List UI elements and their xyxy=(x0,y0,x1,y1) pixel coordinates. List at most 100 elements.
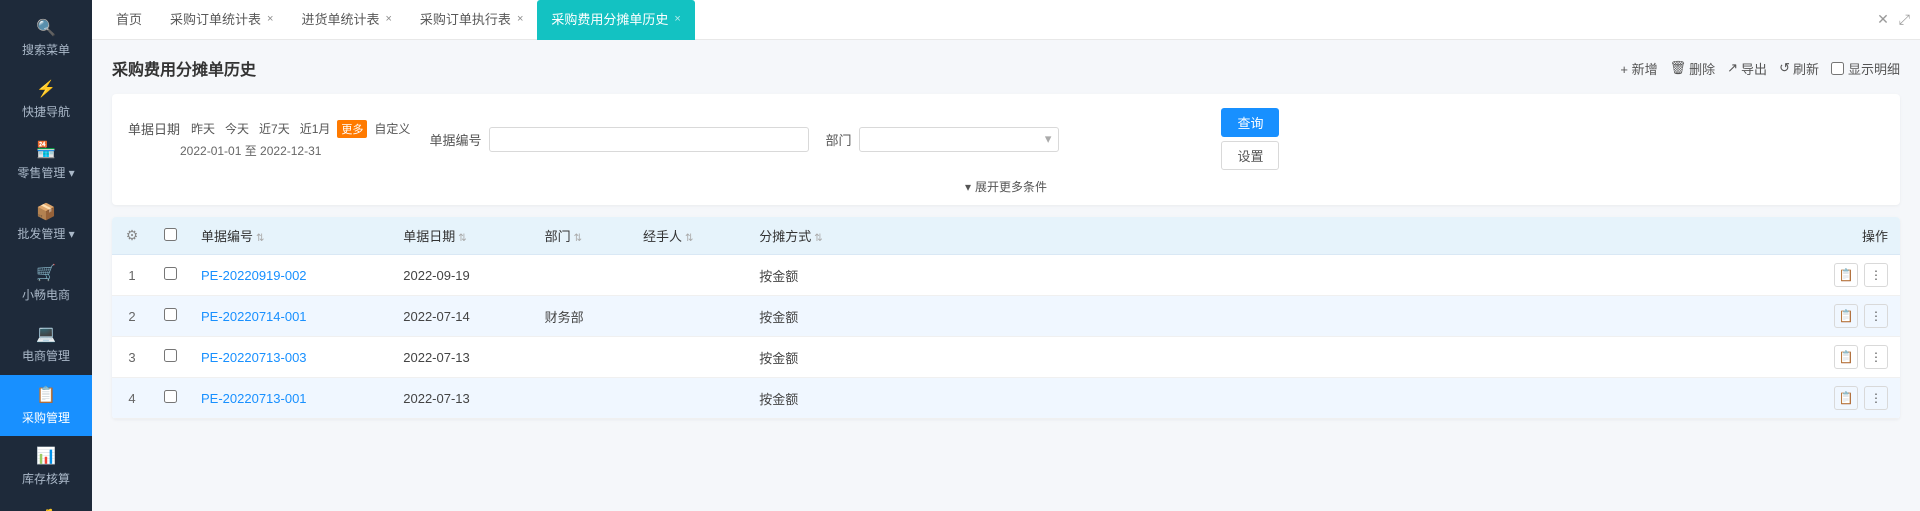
more-icon[interactable]: ⋮ xyxy=(1864,386,1888,410)
dept-input[interactable] xyxy=(859,127,1059,152)
sidebar-icon: 💻 xyxy=(4,324,88,346)
edit-icon[interactable]: 📋 xyxy=(1834,304,1858,328)
table-row: 4 PE-20220713-001 2022-07-13 按金额 📋 ⋮ xyxy=(112,378,1900,419)
close-icon[interactable]: ✕ xyxy=(1877,11,1889,28)
doc-no-link[interactable]: PE-20220714-001 xyxy=(201,309,307,324)
page-header: 采购费用分摊单历史 + 新增 🗑 删除 ↗ 导出 ↺ 刷新 显示明细 xyxy=(112,56,1900,80)
tab-close-icon[interactable]: × xyxy=(674,13,680,25)
date-shortcuts: 昨天 今天 近7天 近1月 更多 自定义 xyxy=(188,119,413,138)
row-handler xyxy=(631,378,747,419)
week-btn[interactable]: 近7天 xyxy=(256,119,293,138)
row-dept xyxy=(533,255,631,296)
more-icon[interactable]: ⋮ xyxy=(1864,345,1888,369)
dept-label: 部门 xyxy=(825,130,851,149)
doc-no-link[interactable]: PE-20220713-001 xyxy=(201,391,307,406)
row-date: 2022-07-13 xyxy=(391,337,532,378)
col-handler: 经手人⇅ xyxy=(631,217,747,255)
gear-icon[interactable]: ⚙ xyxy=(126,227,139,243)
sidebar-item-资金管理[interactable]: 💰资金管理 xyxy=(0,498,92,511)
sidebar-item-采购管理[interactable]: 📋采购管理 xyxy=(0,375,92,436)
row-checkbox-cell xyxy=(152,296,189,337)
settings-button[interactable]: 设置 xyxy=(1221,141,1279,170)
sidebar-icon: 📦 xyxy=(4,202,88,224)
yesterday-btn[interactable]: 昨天 xyxy=(188,119,218,138)
dept-field: 部门 xyxy=(825,127,1205,152)
doc-no-link[interactable]: PE-20220919-002 xyxy=(201,268,307,283)
row-method: 按金额 xyxy=(747,296,1820,337)
col-dept: 部门⇅ xyxy=(533,217,631,255)
sidebar-item-小畅电商[interactable]: 🛒小畅电商 xyxy=(0,253,92,314)
doc-no-link[interactable]: PE-20220713-003 xyxy=(201,350,307,365)
row-actions: 📋 ⋮ xyxy=(1820,255,1900,296)
tab-采购订单统计表[interactable]: 采购订单统计表× xyxy=(156,0,287,40)
page-content: 采购费用分摊单历史 + 新增 🗑 删除 ↗ 导出 ↺ 刷新 显示明细 xyxy=(92,40,1920,511)
expand-icon[interactable]: ⤢ xyxy=(1899,11,1910,28)
table-body: 1 PE-20220919-002 2022-09-19 按金额 📋 ⋮ 2 P… xyxy=(112,255,1900,419)
row-num: 2 xyxy=(112,296,152,337)
row-checkbox[interactable] xyxy=(164,349,177,362)
tab-首页[interactable]: 首页 xyxy=(102,0,156,40)
sidebar-item-搜索菜单[interactable]: 🔍搜索菜单 xyxy=(0,8,92,69)
date-range-text: 2022-01-01 至 2022-12-31 xyxy=(180,142,413,159)
date-field: 单据日期 昨天 今天 近7天 近1月 更多 自定义 2022-01-01 至 2… xyxy=(128,119,413,159)
table-row: 3 PE-20220713-003 2022-07-13 按金额 📋 ⋮ xyxy=(112,337,1900,378)
sidebar-item-快捷导航[interactable]: ⚡快捷导航 xyxy=(0,69,92,130)
row-doc-no: PE-20220713-003 xyxy=(189,337,391,378)
more-badge[interactable]: 更多 xyxy=(337,120,367,138)
table-header: ⚙ 单据编号⇅ 单据日期⇅ 部门⇅ xyxy=(112,217,1900,255)
doc-no-input[interactable] xyxy=(489,127,809,152)
row-date: 2022-09-19 xyxy=(391,255,532,296)
row-checkbox[interactable] xyxy=(164,308,177,321)
show-cols-checkbox[interactable]: 显示明细 xyxy=(1831,59,1900,78)
export-button[interactable]: ↗ 导出 xyxy=(1727,59,1767,78)
doc-no-field: 单据编号 xyxy=(429,127,809,152)
sidebar-icon: 📊 xyxy=(4,446,88,468)
row-dept xyxy=(533,378,631,419)
sidebar-item-库存核算[interactable]: 📊库存核算 xyxy=(0,436,92,497)
more-icon[interactable]: ⋮ xyxy=(1864,304,1888,328)
row-doc-no: PE-20220714-001 xyxy=(189,296,391,337)
edit-icon[interactable]: 📋 xyxy=(1834,263,1858,287)
delete-icon: 🗑 xyxy=(1670,60,1687,76)
custom-btn[interactable]: 自定义 xyxy=(371,119,413,138)
today-btn[interactable]: 今天 xyxy=(222,119,252,138)
col-date: 单据日期⇅ xyxy=(391,217,532,255)
sort-icon-date: ⇅ xyxy=(458,233,466,244)
row-method: 按金额 xyxy=(747,378,1820,419)
search-btn-group: 查询 设置 xyxy=(1221,108,1279,170)
tab-采购费用分摊单历史[interactable]: 采购费用分摊单历史× xyxy=(537,0,694,40)
edit-icon[interactable]: 📋 xyxy=(1834,386,1858,410)
delete-button[interactable]: 🗑 删除 xyxy=(1670,59,1716,78)
page-title: 采购费用分摊单历史 xyxy=(112,56,256,80)
sidebar-item-零售管理[interactable]: 🏪零售管理 ▾ xyxy=(0,130,92,191)
row-method: 按金额 xyxy=(747,337,1820,378)
sidebar-item-电商管理[interactable]: 💻电商管理 xyxy=(0,314,92,375)
sidebar-item-批发管理[interactable]: 📦批发管理 ▾ xyxy=(0,192,92,253)
expand-more-btn[interactable]: ▾ 展开更多条件 xyxy=(965,178,1047,195)
refresh-button[interactable]: ↺ 刷新 xyxy=(1779,59,1819,78)
tab-close-icon[interactable]: × xyxy=(517,13,523,25)
tab-采购订单执行表[interactable]: 采购订单执行表× xyxy=(406,0,537,40)
show-cols-input[interactable] xyxy=(1831,62,1844,75)
edit-icon[interactable]: 📋 xyxy=(1834,345,1858,369)
row-date: 2022-07-13 xyxy=(391,378,532,419)
sort-icon-method: ⇅ xyxy=(814,233,822,244)
select-all-checkbox[interactable] xyxy=(164,228,177,241)
table-row: 1 PE-20220919-002 2022-09-19 按金额 📋 ⋮ xyxy=(112,255,1900,296)
query-button[interactable]: 查询 xyxy=(1221,108,1279,137)
row-num: 3 xyxy=(112,337,152,378)
more-icon[interactable]: ⋮ xyxy=(1864,263,1888,287)
tab-进货单统计表[interactable]: 进货单统计表× xyxy=(287,0,405,40)
row-checkbox[interactable] xyxy=(164,390,177,403)
month-btn[interactable]: 近1月 xyxy=(297,119,334,138)
row-date: 2022-07-14 xyxy=(391,296,532,337)
settings-col-header: ⚙ xyxy=(112,217,152,255)
doc-no-label: 单据编号 xyxy=(429,130,481,149)
tab-close-icon[interactable]: × xyxy=(385,13,391,25)
row-handler xyxy=(631,296,747,337)
table-row: 2 PE-20220714-001 2022-07-14 财务部 按金额 📋 ⋮ xyxy=(112,296,1900,337)
row-checkbox[interactable] xyxy=(164,267,177,280)
dept-wrapper xyxy=(859,127,1059,152)
tab-close-icon[interactable]: × xyxy=(267,13,273,25)
add-button[interactable]: + 新增 xyxy=(1620,59,1657,78)
